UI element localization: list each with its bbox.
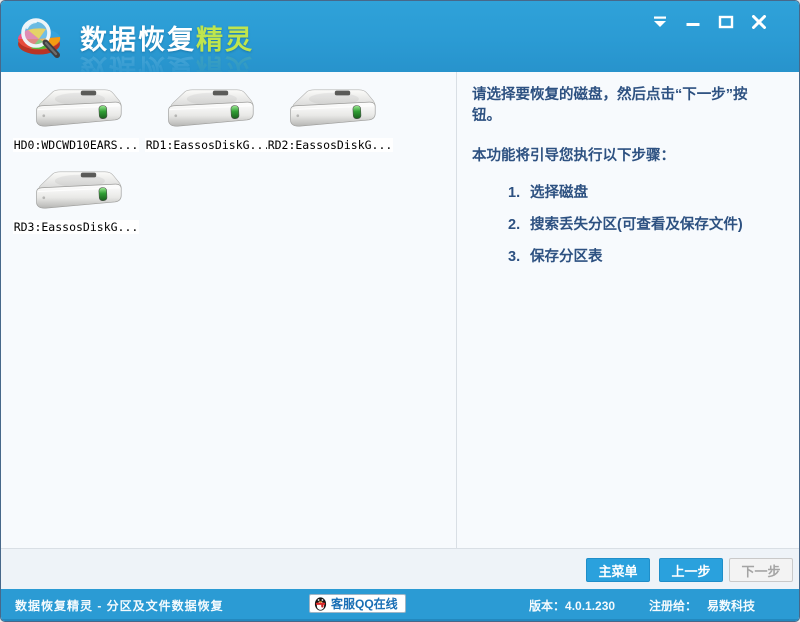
step-text: 选择磁盘 <box>530 183 588 204</box>
instruction-paragraph-1: 请选择要恢复的磁盘，然后点击“下一步”按钮。 <box>472 85 776 127</box>
disk-label: RD3:EassosDiskG... <box>13 220 140 234</box>
main-menu-button[interactable]: 主菜单 <box>586 558 650 582</box>
hard-drive-icon <box>158 85 258 135</box>
qq-support-badge[interactable]: 客服QQ在线 <box>309 594 406 613</box>
statusbar-version: 版本：4.0.1.230 <box>529 597 615 614</box>
version-value: 4.0.1.230 <box>565 599 615 613</box>
titlebar: 数据恢复精灵 数据恢复精灵 <box>1 1 799 72</box>
hard-drive-icon <box>280 85 380 135</box>
step-number: 3. <box>508 247 530 268</box>
maximize-button[interactable] <box>716 13 736 31</box>
button-bar: 主菜单 上一步 下一步 <box>1 549 799 589</box>
next-step-button-disabled[interactable]: 下一步 <box>729 558 793 582</box>
step-number: 2. <box>508 215 530 236</box>
statusbar-app-description: 数据恢复精灵 - 分区及文件数据恢复 <box>15 597 224 614</box>
hard-drive-icon <box>26 167 126 217</box>
version-label: 版本： <box>529 599 565 613</box>
registered-label: 注册给： <box>649 599 697 613</box>
qq-penguin-icon <box>314 596 327 611</box>
app-logo-icon <box>13 9 67 63</box>
disk-item-rd3[interactable]: RD3:EassosDiskG... <box>9 167 143 236</box>
step-number: 1. <box>508 183 530 204</box>
close-button[interactable] <box>749 13 769 31</box>
disk-item-rd1[interactable]: RD1:EassosDiskG... <box>141 85 275 154</box>
step-text: 保存分区表 <box>530 247 603 268</box>
qq-badge-label: 客服QQ在线 <box>331 595 398 612</box>
registered-value: 易数科技 <box>707 599 755 613</box>
disk-label: RD1:EassosDiskG... <box>145 138 272 152</box>
statusbar: 数据恢复精灵 - 分区及文件数据恢复 客服QQ在线 版本：4.0.1.230 注… <box>1 589 799 622</box>
previous-step-button[interactable]: 上一步 <box>659 558 723 582</box>
step-item-2: 2. 搜索丢失分区(可查看及保存文件) <box>508 215 787 236</box>
disk-item-rd2[interactable]: RD2:EassosDiskG... <box>263 85 397 154</box>
step-item-1: 1. 选择磁盘 <box>508 183 787 204</box>
disk-label: RD2:EassosDiskG... <box>267 138 394 152</box>
instruction-paragraph-2: 本功能将引导您执行以下步骤： <box>472 146 787 167</box>
main-content: HD0:WDCWD10EARS... RD1:EassosDiskG... <box>1 72 799 589</box>
hard-drive-icon <box>26 85 126 135</box>
disk-label: HD0:WDCWD10EARS... <box>13 138 140 152</box>
disk-item-hd0[interactable]: HD0:WDCWD10EARS... <box>9 85 143 154</box>
step-item-3: 3. 保存分区表 <box>508 247 787 268</box>
collapse-menu-icon[interactable] <box>650 13 670 31</box>
minimize-button[interactable] <box>683 13 703 31</box>
instruction-panel: 请选择要恢复的磁盘，然后点击“下一步”按钮。 本功能将引导您执行以下步骤： 1.… <box>457 72 800 548</box>
step-text: 搜索丢失分区(可查看及保存文件) <box>530 215 743 236</box>
window-controls <box>650 13 769 31</box>
statusbar-registered: 注册给： 易数科技 <box>649 597 755 614</box>
app-window: 数据恢复精灵 数据恢复精灵 <box>0 0 800 622</box>
